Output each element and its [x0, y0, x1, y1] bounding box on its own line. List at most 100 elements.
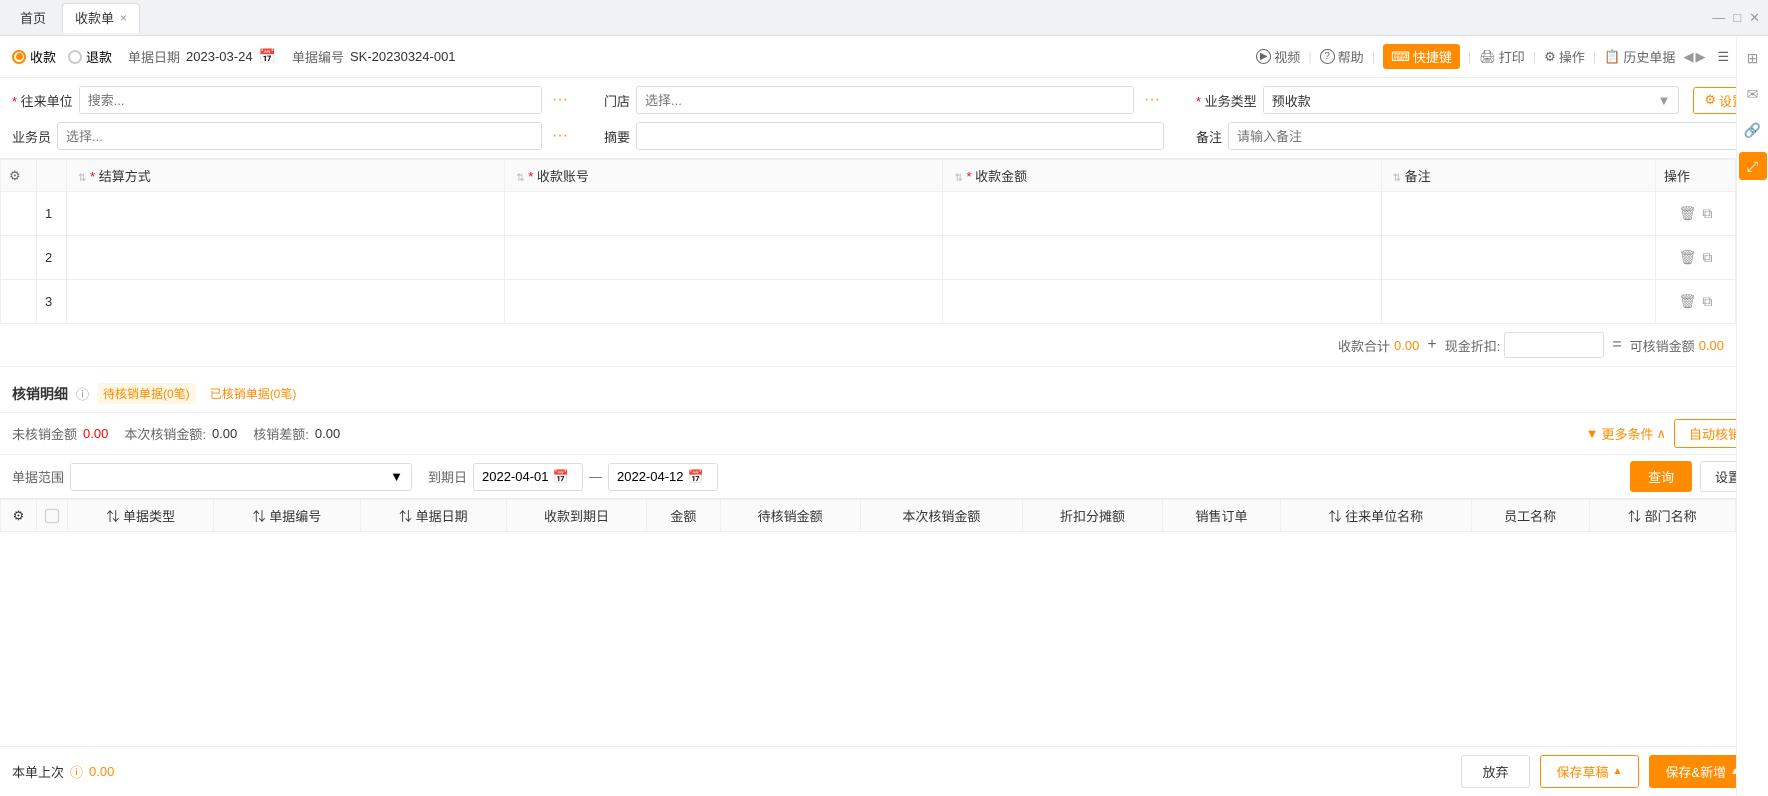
bth-checkbox: [37, 500, 68, 532]
td-amount-3[interactable]: [943, 280, 1381, 324]
copy-icon-1[interactable]: ⧉: [1702, 205, 1712, 222]
counterpart-field: 往来单位 ···: [12, 86, 572, 114]
td-account-3[interactable]: [505, 280, 943, 324]
summary-label: 摘要: [604, 127, 630, 146]
maximize-btn[interactable]: □: [1733, 10, 1741, 26]
pending-tab[interactable]: 待核销单据(0笔): [97, 383, 196, 404]
sort-icon-counterpart[interactable]: ⇅: [1329, 509, 1342, 524]
bth-settings[interactable]: ⚙: [1, 500, 37, 532]
tab-home[interactable]: 首页: [8, 3, 58, 33]
sort-icon-type[interactable]: ⇅: [106, 509, 119, 524]
window-controls: — □ ✕: [1712, 10, 1760, 26]
remark-col-label: 备注: [1405, 169, 1431, 184]
footer-info: 本单上次 ⓘ 0.00: [12, 762, 114, 781]
unrecon-amount: 未核销金额 0.00: [12, 424, 108, 443]
store-input[interactable]: [636, 86, 1134, 114]
delete-icon-2[interactable]: 🗑: [1679, 249, 1697, 266]
abandon-btn[interactable]: 放弃: [1461, 755, 1529, 788]
footer-info-icon[interactable]: ⓘ: [70, 762, 83, 781]
sort-icon-date[interactable]: ⇅: [399, 509, 412, 524]
copy-icon-2[interactable]: ⧉: [1702, 249, 1712, 266]
sort-icon-num[interactable]: ⇅: [253, 509, 266, 524]
shortcut-icon: ⌨: [1391, 49, 1410, 65]
bottom-gear-icon[interactable]: ⚙: [13, 508, 25, 523]
nav-arrows[interactable]: ◀ ▶: [1683, 49, 1705, 65]
td-num-2: 2: [37, 236, 67, 280]
sidebar-mail-icon[interactable]: ✉: [1739, 80, 1767, 108]
refund-radio-dot: [68, 50, 82, 64]
tab-close-icon[interactable]: ×: [120, 11, 127, 25]
available-summary: 可核销金额 0.00: [1630, 336, 1724, 355]
td-account-2[interactable]: [505, 236, 943, 280]
sort-icon-account[interactable]: ⇅: [516, 173, 524, 184]
td-settings-2: [1, 236, 37, 280]
counterpart-more-icon[interactable]: ···: [548, 91, 572, 109]
diff-label: 核销差额:: [253, 424, 309, 443]
history-btn[interactable]: 📋 历史单据: [1604, 47, 1675, 66]
info-icon[interactable]: ⓘ: [76, 384, 89, 403]
header-checkbox[interactable]: [45, 509, 59, 523]
td-amount-1[interactable]: [943, 192, 1381, 236]
help-btn[interactable]: ? 帮助: [1320, 47, 1364, 66]
nav-right-icon[interactable]: ▶: [1695, 49, 1705, 65]
tab-receipt[interactable]: 收款单 ×: [62, 3, 140, 33]
table-gear-icon[interactable]: ⚙: [9, 168, 21, 183]
copy-icon-3[interactable]: ⧉: [1702, 293, 1712, 310]
counterpart-input[interactable]: [79, 86, 542, 114]
summary-input[interactable]: [636, 122, 1164, 150]
operation-btn[interactable]: ⚙ 操作: [1544, 47, 1585, 66]
print-btn[interactable]: 🖨 打印: [1479, 47, 1525, 66]
business-type-select[interactable]: 预收款 ▼: [1263, 86, 1680, 114]
receipt-radio[interactable]: 收款: [12, 47, 56, 66]
footer: 本单上次 ⓘ 0.00 放弃 保存草稿 ▲ 保存&新增 ▲: [0, 746, 1768, 796]
td-action-1: 🗑 ⧉: [1656, 192, 1736, 236]
td-action-3: 🗑 ⧉: [1656, 280, 1736, 324]
td-settlement-1[interactable]: [67, 192, 505, 236]
list-view-icon[interactable]: ☰: [1713, 47, 1733, 67]
th-settings[interactable]: ⚙: [1, 160, 37, 192]
delete-icon-3[interactable]: 🗑: [1679, 293, 1697, 310]
video-btn[interactable]: ▶ 视频: [1256, 47, 1300, 66]
td-remark-2[interactable]: [1381, 236, 1655, 280]
td-amount-2[interactable]: [943, 236, 1381, 280]
td-settlement-3[interactable]: [67, 280, 505, 324]
staff-input[interactable]: [57, 122, 542, 150]
remark-input[interactable]: [1228, 122, 1756, 150]
minimize-btn[interactable]: —: [1712, 10, 1725, 26]
td-account-1[interactable]: [505, 192, 943, 236]
this-recon-label: 本次核销金额:: [124, 424, 206, 443]
shortcut-btn[interactable]: ⌨ 快捷键: [1383, 44, 1460, 69]
sidebar-attachment-icon[interactable]: 🔗: [1739, 116, 1767, 144]
print-label: 打印: [1499, 47, 1525, 66]
sort-icon-amount[interactable]: ⇅: [954, 173, 962, 184]
date-to-input[interactable]: 2022-04-12 📅: [608, 463, 718, 491]
query-btn[interactable]: 查询: [1630, 461, 1692, 492]
td-num-3: 3: [37, 280, 67, 324]
calendar-icon[interactable]: 📅: [259, 48, 276, 65]
date-from-input[interactable]: 2022-04-01 📅: [473, 463, 583, 491]
delete-icon-1[interactable]: 🗑: [1679, 205, 1697, 222]
sidebar-table-icon[interactable]: ⊞: [1739, 44, 1767, 72]
sort-icon-settlement[interactable]: ⇅: [78, 173, 86, 184]
td-settlement-2[interactable]: [67, 236, 505, 280]
range-select[interactable]: ▼: [70, 463, 412, 491]
action-icons-1: 🗑 ⧉: [1664, 205, 1727, 222]
refund-radio[interactable]: 退款: [68, 47, 112, 66]
discount-input[interactable]: [1504, 332, 1604, 358]
sort-icon-remark[interactable]: ⇅: [1393, 173, 1401, 184]
operation-label: 操作: [1559, 47, 1585, 66]
divider2: |: [1372, 49, 1375, 64]
divider4: |: [1533, 49, 1536, 64]
store-more-icon[interactable]: ···: [1140, 91, 1164, 109]
save-draft-btn[interactable]: 保存草稿 ▲: [1540, 755, 1640, 788]
staff-more-icon[interactable]: ···: [548, 127, 572, 145]
td-action-2: 🗑 ⧉: [1656, 236, 1736, 280]
td-remark-1[interactable]: [1381, 192, 1655, 236]
td-remark-3[interactable]: [1381, 280, 1655, 324]
done-tab[interactable]: 已核销单据(0笔): [204, 383, 303, 404]
sort-icon-dept[interactable]: ⇅: [1628, 509, 1641, 524]
close-btn[interactable]: ✕: [1749, 10, 1760, 26]
more-cond-btn[interactable]: ▼ 更多条件 ∧: [1586, 424, 1666, 443]
sidebar-expand-icon[interactable]: ⤢: [1739, 152, 1767, 180]
nav-left-icon[interactable]: ◀: [1683, 49, 1693, 65]
